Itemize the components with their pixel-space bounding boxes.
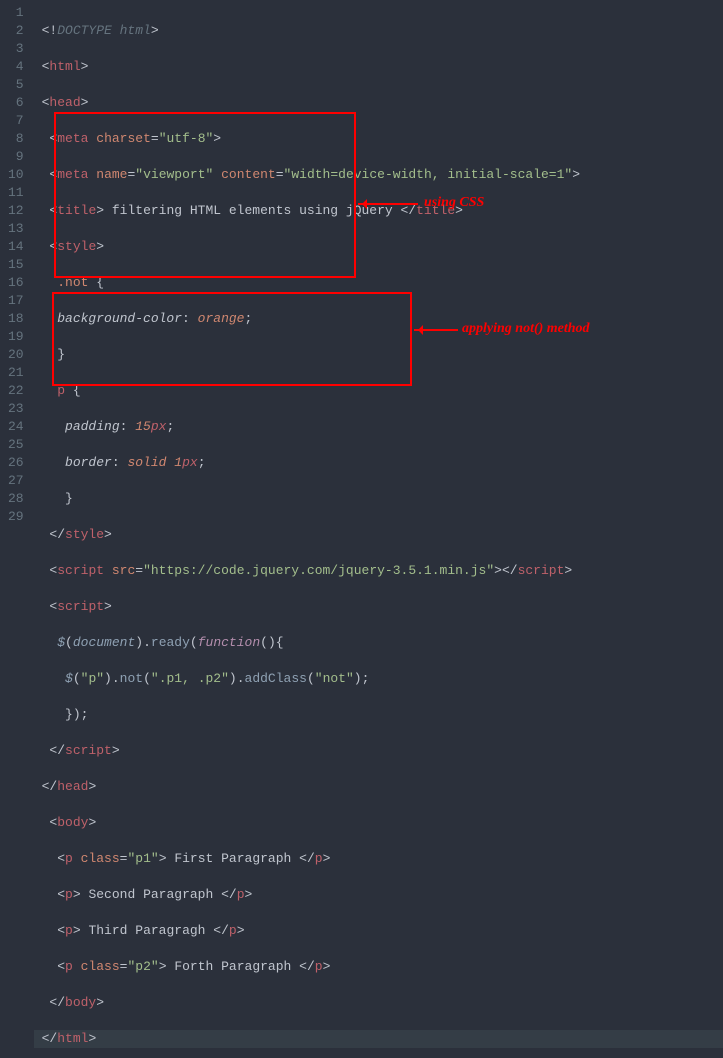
code-line: .not { <box>42 274 723 292</box>
line-number: 11 <box>8 184 24 202</box>
code-line: <p> Third Paragragh </p> <box>42 922 723 940</box>
line-number: 10 <box>8 166 24 184</box>
line-number-gutter: 1 2 3 4 5 6 7 8 9 10 11 12 13 14 15 16 1… <box>0 0 34 1058</box>
code-line: <script src="https://code.jquery.com/jqu… <box>42 562 723 580</box>
line-number: 25 <box>8 436 24 454</box>
code-line: </head> <box>42 778 723 796</box>
code-line: p { <box>42 382 723 400</box>
code-line: <meta name="viewport" content="width=dev… <box>42 166 723 184</box>
code-line: } <box>42 346 723 364</box>
code-line: <meta charset="utf-8"> <box>42 130 723 148</box>
code-line: </html> <box>34 1030 723 1048</box>
line-number: 24 <box>8 418 24 436</box>
code-line: $(document).ready(function(){ <box>42 634 723 652</box>
code-line: <body> <box>42 814 723 832</box>
code-editor: 1 2 3 4 5 6 7 8 9 10 11 12 13 14 15 16 1… <box>0 0 723 1058</box>
line-number: 17 <box>8 292 24 310</box>
line-number: 29 <box>8 508 24 526</box>
line-number: 22 <box>8 382 24 400</box>
line-number: 3 <box>8 40 24 58</box>
line-number: 4 <box>8 58 24 76</box>
line-number: 20 <box>8 346 24 364</box>
arrow-icon <box>414 329 458 331</box>
code-line: background-color: orange; <box>42 310 723 328</box>
line-number: 26 <box>8 454 24 472</box>
line-number: 8 <box>8 130 24 148</box>
annotation-not-method: applying not() method <box>462 321 590 337</box>
line-number: 23 <box>8 400 24 418</box>
line-number: 27 <box>8 472 24 490</box>
line-number: 16 <box>8 274 24 292</box>
code-line: <p class="p1"> First Paragraph </p> <box>42 850 723 868</box>
code-line: border: solid 1px; <box>42 454 723 472</box>
code-line: <html> <box>42 58 723 76</box>
code-line: <style> <box>42 238 723 256</box>
line-number: 5 <box>8 76 24 94</box>
line-number: 1 <box>8 4 24 22</box>
line-number: 18 <box>8 310 24 328</box>
line-number: 12 <box>8 202 24 220</box>
line-number: 7 <box>8 112 24 130</box>
line-number: 13 <box>8 220 24 238</box>
line-number: 21 <box>8 364 24 382</box>
code-line: }); <box>42 706 723 724</box>
code-line: $("p").not(".p1, .p2").addClass("not"); <box>42 670 723 688</box>
annotation-css: using CSS <box>424 195 484 211</box>
code-line: </script> <box>42 742 723 760</box>
code-line: <!DOCTYPE html> <box>42 22 723 40</box>
code-line: <p> Second Paragraph </p> <box>42 886 723 904</box>
code-line: padding: 15px; <box>42 418 723 436</box>
code-line: } <box>42 490 723 508</box>
line-number: 28 <box>8 490 24 508</box>
line-number: 15 <box>8 256 24 274</box>
line-number: 9 <box>8 148 24 166</box>
line-number: 19 <box>8 328 24 346</box>
code-line: <head> <box>42 94 723 112</box>
code-line: <script> <box>42 598 723 616</box>
code-line: </body> <box>42 994 723 1012</box>
code-area[interactable]: <!DOCTYPE html> <html> <head> <meta char… <box>34 0 723 1058</box>
line-number: 6 <box>8 94 24 112</box>
line-number: 2 <box>8 22 24 40</box>
arrow-icon <box>358 203 418 205</box>
line-number: 14 <box>8 238 24 256</box>
code-line: <p class="p2"> Forth Paragraph </p> <box>42 958 723 976</box>
